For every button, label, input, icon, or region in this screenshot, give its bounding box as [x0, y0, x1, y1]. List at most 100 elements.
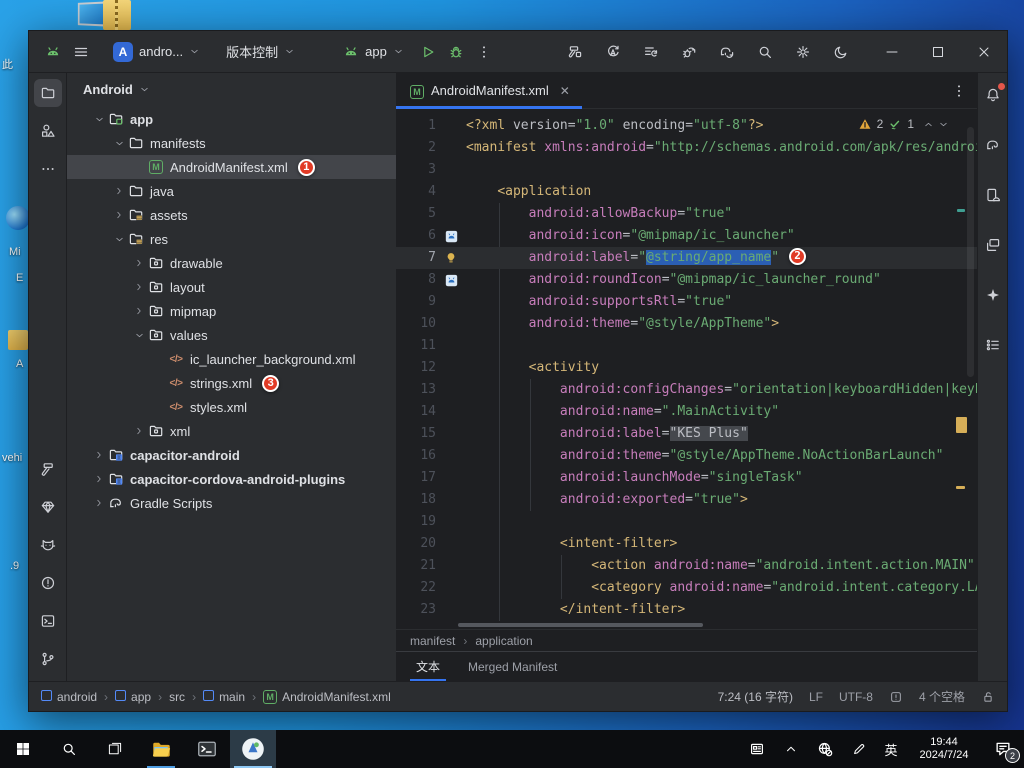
desktop-zip-icon[interactable]	[103, 0, 131, 30]
start-button[interactable]	[0, 730, 46, 768]
path-item-android[interactable]: android	[41, 689, 97, 704]
taskbar-clock[interactable]: 19:44 2024/7/24	[906, 736, 982, 762]
action-center-button[interactable]: 2	[982, 730, 1024, 768]
chevron-right-icon[interactable]	[114, 183, 125, 199]
chevron-down-icon[interactable]	[91, 114, 107, 125]
chevron-right-icon[interactable]	[134, 303, 145, 319]
terminal-tool-button[interactable]	[34, 607, 62, 635]
app-quality-insights-button[interactable]	[34, 493, 62, 521]
code-line-22[interactable]: 22 <category android:name="android.inten…	[396, 577, 977, 599]
show-hidden-icons-button[interactable]	[774, 730, 808, 768]
chevron-right-icon[interactable]	[114, 207, 125, 223]
gradle-tool-button[interactable]	[979, 131, 1007, 159]
code-line-11[interactable]: 11	[396, 335, 977, 357]
code-line-20[interactable]: 20 <intent-filter>	[396, 533, 977, 555]
code-line-7[interactable]: 7 android:label="@string/app_name" 2	[396, 247, 977, 269]
chevron-right-icon[interactable]	[134, 279, 145, 295]
code-line-2[interactable]: 2 <manifest xmlns:android="http://schemas…	[396, 137, 977, 159]
debug-button[interactable]	[442, 38, 470, 66]
tab-options-button[interactable]	[951, 83, 967, 99]
reader-mode-button[interactable]	[827, 38, 855, 66]
task-view-icon[interactable]	[92, 730, 138, 768]
code-line-21[interactable]: 21 <action android:name="android.intent.…	[396, 555, 977, 577]
tree-item-manifests[interactable]: manifests	[67, 131, 396, 155]
tree-item-app[interactable]: app	[67, 107, 396, 131]
code-line-9[interactable]: 9 android:supportsRtl="true"	[396, 291, 977, 313]
tree-item-res[interactable]: res	[67, 227, 396, 251]
code-line-17[interactable]: 17 android:launchMode="singleTask"	[396, 467, 977, 489]
tree-item-ic-launcher-background-xml[interactable]: </> ic_launcher_background.xml	[67, 347, 396, 371]
code-line-15[interactable]: 15 android:label="KES Plus"	[396, 423, 977, 445]
bulb-icon[interactable]	[442, 247, 460, 269]
horizontal-scrollbar[interactable]	[458, 623, 703, 627]
code-line-13[interactable]: 13 android:configChanges="orientation|ke…	[396, 379, 977, 401]
profiler-button[interactable]	[675, 38, 703, 66]
highlighting-level-icon[interactable]	[889, 690, 903, 704]
terminal-app-icon[interactable]	[184, 730, 230, 768]
more-actions-button[interactable]	[470, 38, 498, 66]
project-selector[interactable]: A andro...	[105, 39, 208, 65]
notifications-button[interactable]	[979, 81, 1007, 109]
path-item-app[interactable]: app	[115, 689, 151, 704]
chevron-down-icon[interactable]	[131, 330, 147, 341]
windows-ink-icon[interactable]	[842, 730, 876, 768]
path-item-main[interactable]: main	[203, 689, 245, 704]
chevron-down-icon[interactable]	[111, 138, 127, 149]
tab-androidmanifest[interactable]: M AndroidManifest.xml ✕	[396, 73, 582, 109]
todo-tool-button[interactable]	[979, 331, 1007, 359]
close-button[interactable]	[961, 31, 1007, 72]
ime-indicator[interactable]: 英	[876, 740, 906, 759]
vertical-scrollbar[interactable]	[967, 127, 974, 377]
code-line-23[interactable]: 23 </intent-filter>	[396, 599, 977, 621]
tree-item-java[interactable]: java	[67, 179, 396, 203]
tree-item-capacitor-cordova-android-plugins[interactable]: capacitor-cordova-android-plugins	[67, 467, 396, 491]
write-access-icon[interactable]	[981, 690, 995, 704]
android-studio-taskbar-icon[interactable]	[230, 730, 276, 768]
code-editor[interactable]: 1 <?xml version="1.0" encoding="utf-8"?> 2…	[396, 109, 977, 629]
desktop-edge-icon[interactable]	[6, 206, 30, 230]
manifest-tab-文本[interactable]: 文本	[409, 652, 447, 682]
build-button[interactable]	[561, 38, 589, 66]
path-item-androidmanifest-xml[interactable]: M AndroidManifest.xml	[263, 689, 391, 704]
search-everywhere-button[interactable]	[751, 38, 779, 66]
chevron-down-icon[interactable]	[111, 234, 127, 245]
desktop-folder-icon[interactable]	[8, 330, 28, 350]
tree-item-assets[interactable]: assets	[67, 203, 396, 227]
inspection-widget[interactable]: 2 1	[858, 117, 949, 131]
run-button[interactable]	[414, 38, 442, 66]
code-line-10[interactable]: 10 android:theme="@style/AppTheme">	[396, 313, 977, 335]
problems-tool-button[interactable]	[34, 569, 62, 597]
code-line-19[interactable]: 19	[396, 511, 977, 533]
code-actions-button[interactable]	[599, 38, 627, 66]
build-tool-button[interactable]	[34, 455, 62, 483]
file-explorer-icon[interactable]	[138, 730, 184, 768]
main-menu-button[interactable]	[67, 38, 95, 66]
line-ending-indicator[interactable]: LF	[809, 690, 823, 704]
running-devices-button[interactable]	[979, 181, 1007, 209]
vcs-widget[interactable]: 版本控制	[218, 39, 303, 64]
code-line-5[interactable]: 5 android:allowBackup="true"	[396, 203, 977, 225]
code-line-12[interactable]: 12 <activity	[396, 357, 977, 379]
manifest-tab-merged-manifest[interactable]: Merged Manifest	[468, 652, 557, 682]
more-tool-windows-button[interactable]	[34, 155, 62, 183]
taskbar-search-icon[interactable]	[46, 730, 92, 768]
tree-item-drawable[interactable]: drawable	[67, 251, 396, 275]
minimize-button[interactable]	[869, 31, 915, 72]
prev-problem-button[interactable]	[923, 119, 934, 130]
breadcrumb-manifest[interactable]: manifest	[410, 634, 455, 648]
code-line-3[interactable]: 3	[396, 159, 977, 181]
caret-position[interactable]: 7:24 (16 字符)	[718, 688, 793, 705]
code-line-16[interactable]: 16 android:theme="@style/AppTheme.NoActi…	[396, 445, 977, 467]
path-item-src[interactable]: src	[169, 690, 185, 704]
local-changes-button[interactable]	[637, 38, 665, 66]
gemini-tool-button[interactable]	[979, 281, 1007, 309]
tree-item-values[interactable]: values	[67, 323, 396, 347]
chevron-right-icon[interactable]	[94, 447, 105, 463]
next-problem-button[interactable]	[938, 119, 949, 130]
maximize-button[interactable]	[915, 31, 961, 72]
tree-item-mipmap[interactable]: mipmap	[67, 299, 396, 323]
code-line-14[interactable]: 14 android:name=".MainActivity"	[396, 401, 977, 423]
version-control-tool-button[interactable]	[34, 645, 62, 673]
tree-item-xml[interactable]: xml	[67, 419, 396, 443]
tab-close-icon[interactable]: ✕	[560, 84, 570, 98]
